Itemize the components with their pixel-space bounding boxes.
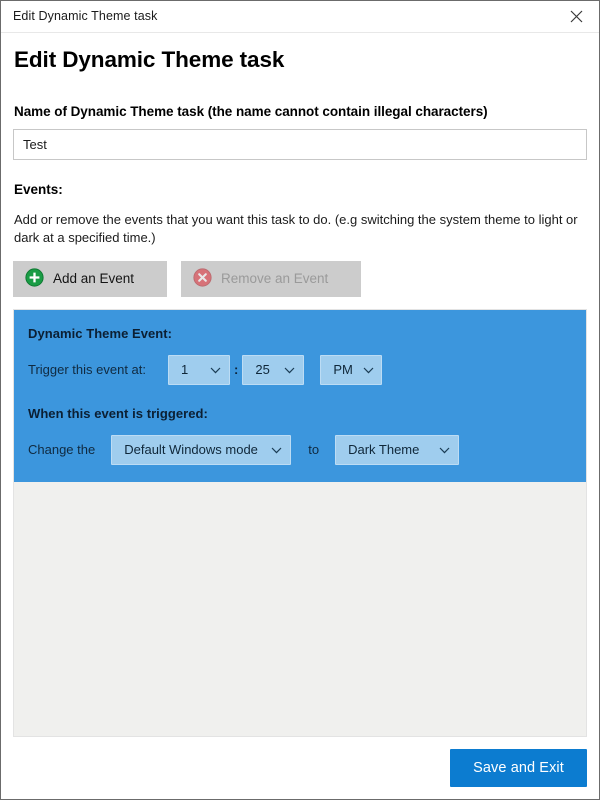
plus-circle-icon <box>25 268 44 290</box>
theme-value: Dark Theme <box>348 442 420 458</box>
event-card-heading: Dynamic Theme Event: <box>28 325 173 341</box>
titlebar: Edit Dynamic Theme task <box>1 1 599 33</box>
events-heading: Events: <box>14 182 63 197</box>
task-name-input[interactable] <box>13 129 587 160</box>
event-list-item-dynamic-theme[interactable]: Dynamic Theme Event: Trigger this event … <box>14 309 586 482</box>
events-description: Add or remove the events that you want t… <box>14 212 578 246</box>
trigger-hour-select[interactable]: 1 <box>168 354 231 385</box>
remove-event-label: Remove an Event <box>221 271 329 287</box>
add-event-label: Add an Event <box>53 271 135 287</box>
event-action-buttons: Add an Event Remove an Event <box>13 260 587 297</box>
x-circle-icon <box>193 268 212 290</box>
chevron-down-icon <box>439 442 450 457</box>
trigger-minute-value: 25 <box>255 362 270 378</box>
add-event-button[interactable]: Add an Event <box>13 260 167 297</box>
change-the-label: Change the <box>28 442 96 458</box>
trigger-minute-select[interactable]: 25 <box>242 354 305 385</box>
close-button[interactable] <box>553 1 599 32</box>
windows-mode-value: Default Windows mode <box>124 442 258 458</box>
chevron-down-icon <box>210 362 221 377</box>
task-name-label: Name of Dynamic Theme task (the name can… <box>14 104 488 119</box>
chevron-down-icon <box>271 442 282 457</box>
time-separator: : <box>234 362 239 378</box>
remove-event-button[interactable]: Remove an Event <box>181 260 361 297</box>
window-title: Edit Dynamic Theme task <box>13 9 158 24</box>
trigger-ampm-select[interactable]: PM <box>320 354 383 385</box>
when-triggered-heading: When this event is triggered: <box>28 405 208 421</box>
page-title: Edit Dynamic Theme task <box>14 47 285 72</box>
chevron-down-icon <box>284 362 295 377</box>
to-label: to <box>308 442 320 458</box>
trigger-time-label: Trigger this event at: <box>28 362 147 378</box>
dialog-footer: Save and Exit <box>1 737 599 799</box>
change-theme-row: Change the Default Windows mode to Dark … <box>28 434 568 465</box>
save-and-exit-button[interactable]: Save and Exit <box>450 749 587 787</box>
dialog-content: Edit Dynamic Theme task Name of Dynamic … <box>1 33 599 737</box>
chevron-down-icon <box>363 362 374 377</box>
event-list[interactable]: Dynamic Theme Event: Trigger this event … <box>13 308 587 737</box>
trigger-time-row: Trigger this event at: 1 : 25 PM <box>28 354 568 385</box>
windows-mode-select[interactable]: Default Windows mode <box>111 434 292 465</box>
trigger-hour-value: 1 <box>181 362 189 378</box>
trigger-ampm-value: PM <box>333 362 353 378</box>
edit-dynamic-theme-task-window: Edit Dynamic Theme task Edit Dynamic The… <box>0 0 600 800</box>
close-icon <box>570 10 583 23</box>
theme-select[interactable]: Dark Theme <box>335 434 460 465</box>
